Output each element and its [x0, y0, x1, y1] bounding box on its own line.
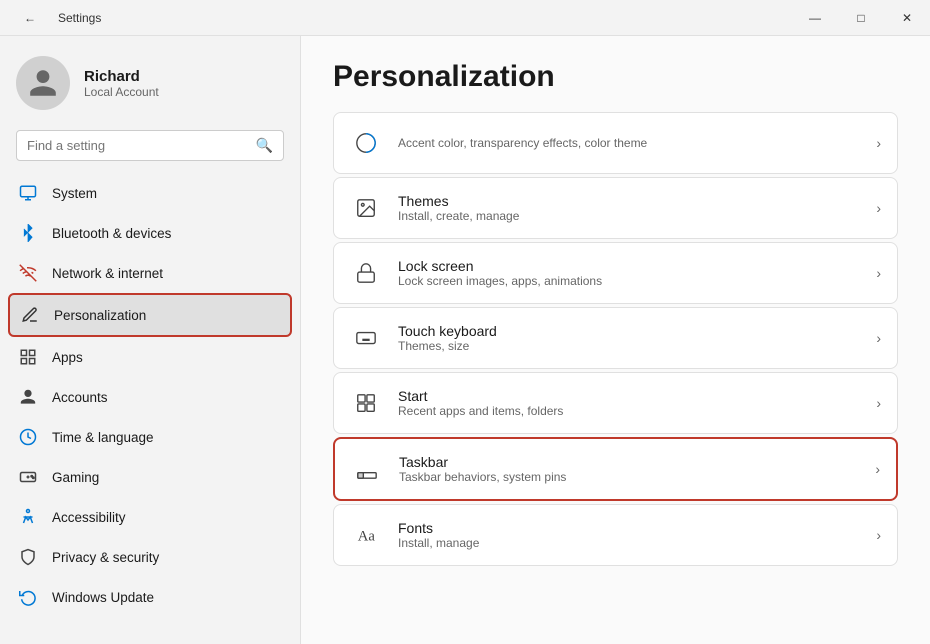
- title-bar-left: ← Settings: [12, 0, 101, 36]
- sidebar-label-personalization: Personalization: [54, 308, 146, 323]
- chevron-icon-touchkeyboard: ›: [876, 330, 881, 346]
- setting-desc-start: Recent apps and items, folders: [398, 404, 860, 418]
- nav-list: System Bluetooth & devices Network & int…: [0, 173, 300, 644]
- gaming-icon: [18, 467, 38, 487]
- setting-desc-colors: Accent color, transparency effects, colo…: [398, 136, 860, 150]
- user-profile[interactable]: Richard Local Account: [0, 36, 300, 126]
- sidebar-label-accessibility: Accessibility: [52, 510, 126, 525]
- sidebar-label-system: System: [52, 186, 97, 201]
- accounts-icon: [18, 387, 38, 407]
- search-box[interactable]: 🔍: [16, 130, 284, 161]
- sidebar-item-bluetooth[interactable]: Bluetooth & devices: [8, 213, 292, 253]
- search-container: 🔍: [0, 126, 300, 173]
- sidebar-label-bluetooth: Bluetooth & devices: [52, 226, 171, 241]
- sidebar: Richard Local Account 🔍 System: [0, 36, 300, 644]
- setting-desc-themes: Install, create, manage: [398, 209, 860, 223]
- svg-text:Aa: Aa: [358, 529, 376, 545]
- sidebar-label-update: Windows Update: [52, 590, 154, 605]
- sidebar-item-accounts[interactable]: Accounts: [8, 377, 292, 417]
- sidebar-item-accessibility[interactable]: Accessibility: [8, 497, 292, 537]
- sidebar-item-apps[interactable]: Apps: [8, 337, 292, 377]
- taskbar-icon: [351, 453, 383, 485]
- settings-list: Accent color, transparency effects, colo…: [333, 112, 898, 566]
- search-input[interactable]: [27, 138, 248, 153]
- setting-title-taskbar: Taskbar: [399, 454, 859, 470]
- window-controls: — □ ✕: [792, 0, 930, 36]
- sidebar-label-time: Time & language: [52, 430, 154, 445]
- app-title: Settings: [58, 11, 101, 25]
- accessibility-icon: [18, 507, 38, 527]
- setting-item-taskbar[interactable]: Taskbar Taskbar behaviors, system pins ›: [333, 437, 898, 501]
- user-icon: [27, 67, 59, 99]
- search-icon: 🔍: [256, 137, 273, 154]
- user-info: Richard Local Account: [84, 68, 159, 99]
- setting-title-lockscreen: Lock screen: [398, 258, 860, 274]
- setting-item-lockscreen[interactable]: Lock screen Lock screen images, apps, an…: [333, 242, 898, 304]
- setting-text-taskbar: Taskbar Taskbar behaviors, system pins: [399, 454, 859, 484]
- setting-item-themes[interactable]: Themes Install, create, manage ›: [333, 177, 898, 239]
- chevron-icon-start: ›: [876, 395, 881, 411]
- setting-text-touchkeyboard: Touch keyboard Themes, size: [398, 323, 860, 353]
- setting-text-lockscreen: Lock screen Lock screen images, apps, an…: [398, 258, 860, 288]
- chevron-icon-fonts: ›: [876, 527, 881, 543]
- setting-item-start[interactable]: Start Recent apps and items, folders ›: [333, 372, 898, 434]
- setting-desc-lockscreen: Lock screen images, apps, animations: [398, 274, 860, 288]
- setting-title-touchkeyboard: Touch keyboard: [398, 323, 860, 339]
- sidebar-label-privacy: Privacy & security: [52, 550, 159, 565]
- sidebar-label-apps: Apps: [52, 350, 83, 365]
- setting-item-colors[interactable]: Accent color, transparency effects, colo…: [333, 112, 898, 174]
- themes-icon: [350, 192, 382, 224]
- setting-text-colors: Accent color, transparency effects, colo…: [398, 136, 860, 150]
- apps-icon: [18, 347, 38, 367]
- update-icon: [18, 587, 38, 607]
- app-body: Richard Local Account 🔍 System: [0, 36, 930, 644]
- keyboard-icon: [350, 322, 382, 354]
- user-account-type: Local Account: [84, 85, 159, 99]
- setting-text-themes: Themes Install, create, manage: [398, 193, 860, 223]
- chevron-icon-lockscreen: ›: [876, 265, 881, 281]
- setting-text-start: Start Recent apps and items, folders: [398, 388, 860, 418]
- personalization-icon: [20, 305, 40, 325]
- setting-title-themes: Themes: [398, 193, 860, 209]
- setting-desc-touchkeyboard: Themes, size: [398, 339, 860, 353]
- chevron-icon-taskbar: ›: [875, 461, 880, 477]
- fonts-icon: Aa: [350, 519, 382, 551]
- lockscreen-icon: [350, 257, 382, 289]
- sidebar-item-update[interactable]: Windows Update: [8, 577, 292, 617]
- sidebar-item-privacy[interactable]: Privacy & security: [8, 537, 292, 577]
- sidebar-item-network[interactable]: Network & internet: [8, 253, 292, 293]
- title-bar: ← Settings — □ ✕: [0, 0, 930, 36]
- content-area: Personalization Accent color, transparen…: [300, 36, 930, 644]
- setting-item-fonts[interactable]: Aa Fonts Install, manage ›: [333, 504, 898, 566]
- back-button[interactable]: ←: [12, 0, 48, 36]
- minimize-button[interactable]: —: [792, 0, 838, 36]
- setting-desc-fonts: Install, manage: [398, 536, 860, 550]
- setting-title-start: Start: [398, 388, 860, 404]
- maximize-button[interactable]: □: [838, 0, 884, 36]
- bluetooth-icon: [18, 223, 38, 243]
- page-title: Personalization: [333, 36, 898, 112]
- setting-title-fonts: Fonts: [398, 520, 860, 536]
- sidebar-label-network: Network & internet: [52, 266, 163, 281]
- chevron-icon-colors: ›: [876, 135, 881, 151]
- sidebar-label-gaming: Gaming: [52, 470, 99, 485]
- close-button[interactable]: ✕: [884, 0, 930, 36]
- network-icon: [18, 263, 38, 283]
- colors-icon: [350, 127, 382, 159]
- sidebar-item-time[interactable]: Time & language: [8, 417, 292, 457]
- privacy-icon: [18, 547, 38, 567]
- chevron-icon-themes: ›: [876, 200, 881, 216]
- start-icon: [350, 387, 382, 419]
- sidebar-item-gaming[interactable]: Gaming: [8, 457, 292, 497]
- time-icon: [18, 427, 38, 447]
- sidebar-item-personalization[interactable]: Personalization: [8, 293, 292, 337]
- sidebar-label-accounts: Accounts: [52, 390, 108, 405]
- setting-text-fonts: Fonts Install, manage: [398, 520, 860, 550]
- sidebar-item-system[interactable]: System: [8, 173, 292, 213]
- setting-desc-taskbar: Taskbar behaviors, system pins: [399, 470, 859, 484]
- setting-item-touchkeyboard[interactable]: Touch keyboard Themes, size ›: [333, 307, 898, 369]
- avatar: [16, 56, 70, 110]
- user-name: Richard: [84, 68, 159, 85]
- system-icon: [18, 183, 38, 203]
